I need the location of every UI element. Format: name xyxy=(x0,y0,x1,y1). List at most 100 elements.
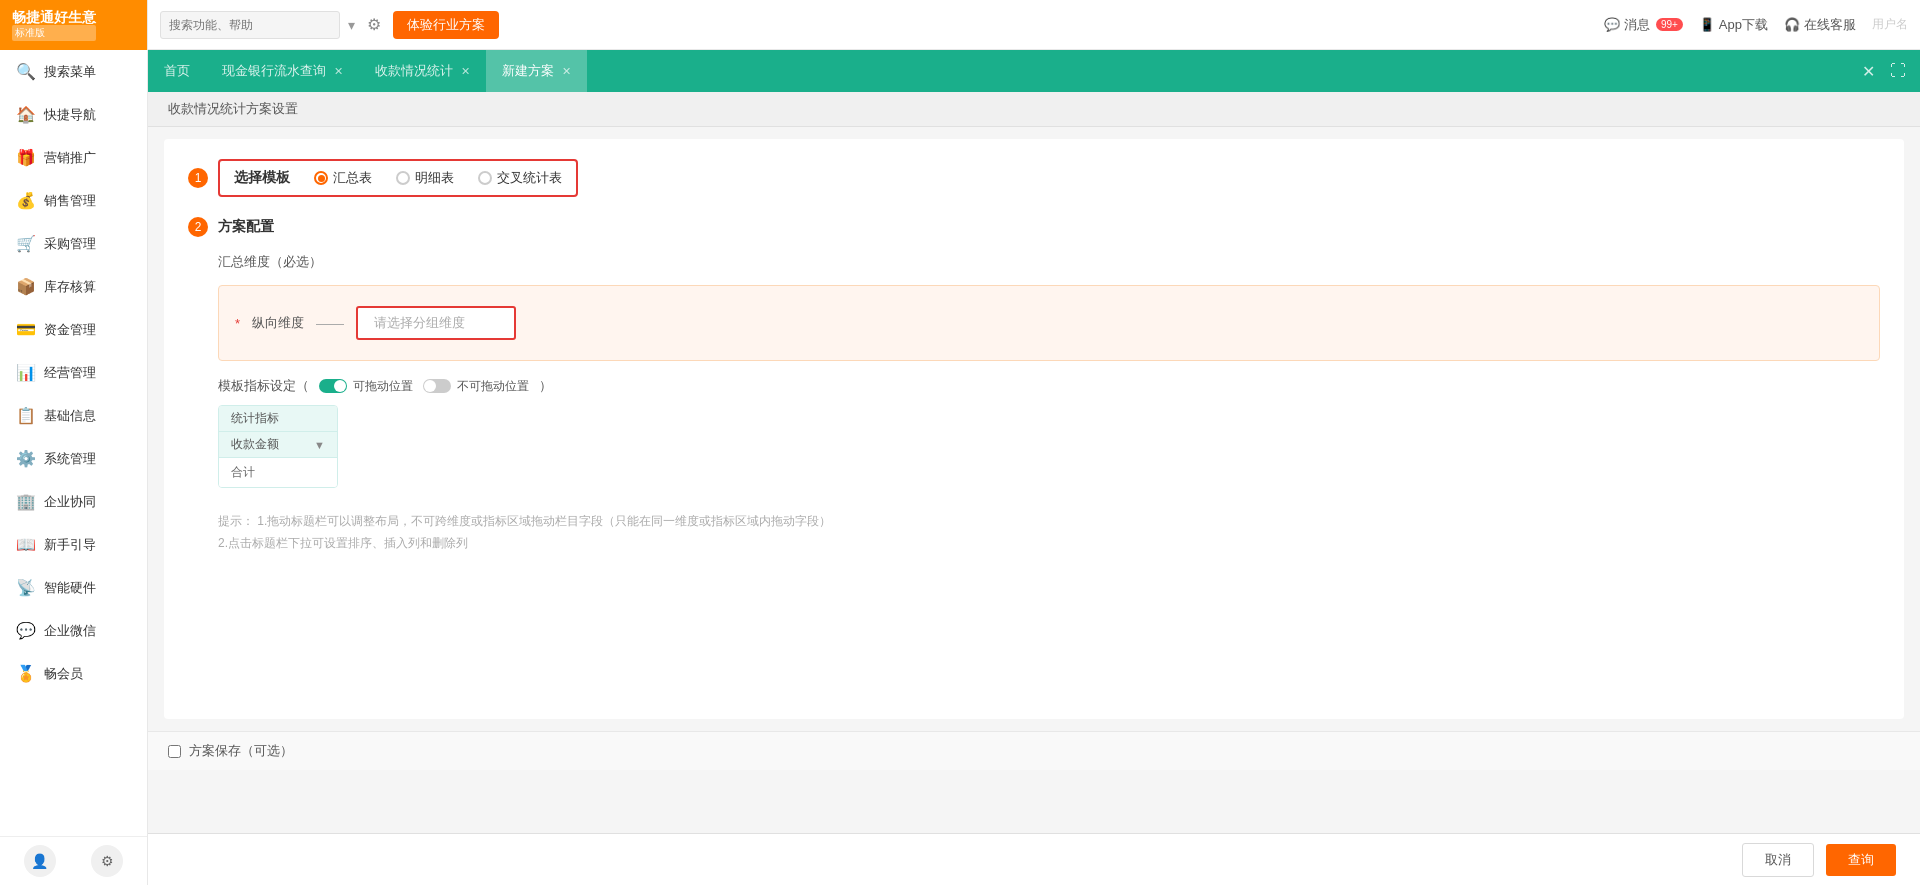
indicator-settings-header: 模板指标设定（ 可拖动位置 不可拖动位置 ） xyxy=(218,377,1880,395)
chat-icon: 💬 xyxy=(16,621,36,640)
tab-new-plan[interactable]: 新建方案 ✕ xyxy=(486,50,587,92)
draggable-label: 可拖动位置 xyxy=(353,378,413,395)
step2-section: 2 方案配置 汇总维度（必选） * 纵向维度 —— 请选择分组维度 xyxy=(188,217,1880,554)
sidebar-item-label: 快捷导航 xyxy=(44,106,96,124)
sidebar-item-operations[interactable]: 📊 经营管理 xyxy=(0,351,147,394)
sidebar-item-label: 采购管理 xyxy=(44,235,96,253)
sidebar-item-label: 搜索菜单 xyxy=(44,63,96,81)
tab-bar: 首页 现金银行流水查询 ✕ 收款情况统计 ✕ 新建方案 ✕ ✕ ⛶ xyxy=(148,50,1920,92)
message-item[interactable]: 💬 消息 99+ xyxy=(1604,16,1683,34)
non-draggable-toggle-container: 不可拖动位置 xyxy=(423,378,529,395)
stats-indicator-label: 统计指标 xyxy=(231,410,279,427)
sidebar-item-purchase[interactable]: 🛒 采购管理 xyxy=(0,222,147,265)
sidebar-item-member[interactable]: 🏅 畅会员 xyxy=(0,652,147,695)
sidebar-item-hardware[interactable]: 📡 智能硬件 xyxy=(0,566,147,609)
sidebar-item-quick-nav[interactable]: 🏠 快捷导航 xyxy=(0,93,147,136)
sidebar-settings-btn[interactable]: ⚙ xyxy=(91,845,123,877)
indicator-settings: 模板指标设定（ 可拖动位置 不可拖动位置 ） xyxy=(218,377,1880,491)
online-service-item[interactable]: 🎧 在线客服 xyxy=(1784,16,1856,34)
home-icon: 🏠 xyxy=(16,105,36,124)
sidebar-user-btn[interactable]: 👤 xyxy=(24,845,56,877)
query-button[interactable]: 查询 xyxy=(1826,844,1896,876)
arrow-icon: —— xyxy=(316,315,344,331)
tab-close-all-icon[interactable]: ✕ xyxy=(1856,59,1880,83)
chevron-down-icon: ▼ xyxy=(314,439,325,451)
vertical-label: 纵向维度 xyxy=(252,314,304,332)
stats-item-label: 收款金额 xyxy=(231,436,279,453)
sidebar: 畅捷通好生意 标准版 🔍 搜索菜单 🏠 快捷导航 🎁 营销推广 💰 销售管理 🛒… xyxy=(0,0,148,885)
stats-item-header[interactable]: 收款金额 ▼ xyxy=(219,432,337,458)
sidebar-item-search-menu[interactable]: 🔍 搜索菜单 xyxy=(0,50,147,93)
search-input[interactable] xyxy=(160,11,340,39)
sidebar-item-label: 新手引导 xyxy=(44,536,96,554)
trial-button[interactable]: 体验行业方案 xyxy=(393,11,499,39)
box-icon: 📦 xyxy=(16,277,36,296)
sidebar-item-sales[interactable]: 💰 销售管理 xyxy=(0,179,147,222)
hardware-icon: 📡 xyxy=(16,578,36,597)
radio-cross-label: 交叉统计表 xyxy=(497,169,562,187)
sidebar-item-marketing[interactable]: 🎁 营销推广 xyxy=(0,136,147,179)
sales-icon: 💰 xyxy=(16,191,36,210)
sidebar-item-label: 畅会员 xyxy=(44,665,83,683)
radio-summary-label: 汇总表 xyxy=(333,169,372,187)
main-area: ▾ ⚙ 体验行业方案 💬 消息 99+ 📱 App下载 🎧 在线客服 用户名 首… xyxy=(148,0,1920,885)
sidebar-item-system[interactable]: ⚙️ 系统管理 xyxy=(0,437,147,480)
tip-line1: 提示： 1.拖动标题栏可以调整布局，不可跨维度或指标区域拖动栏目字段（只能在同一… xyxy=(218,511,1880,533)
tab-receipt-stats[interactable]: 收款情况统计 ✕ xyxy=(359,50,486,92)
medal-icon: 🏅 xyxy=(16,664,36,683)
draggable-toggle[interactable] xyxy=(319,379,347,393)
tab-receipt-stats-close[interactable]: ✕ xyxy=(461,65,470,78)
non-draggable-label: 不可拖动位置 xyxy=(457,378,529,395)
step1-label: 选择模板 xyxy=(234,169,290,187)
download-icon: 📱 xyxy=(1699,17,1715,32)
radio-cross[interactable]: 交叉统计表 xyxy=(478,169,562,187)
sidebar-bottom: 👤 ⚙ xyxy=(0,836,147,885)
dimension-select-button[interactable]: 请选择分组维度 xyxy=(356,306,516,340)
content-area: 收款情况统计方案设置 1 选择模板 汇总表 明细表 xyxy=(148,92,1920,833)
logo-text: 畅捷通好生意 xyxy=(12,9,96,26)
username-display: 用户名 xyxy=(1872,16,1908,33)
settings-icon[interactable]: ⚙ xyxy=(367,15,381,34)
indicator-close-paren: ） xyxy=(539,377,552,395)
radio-cross-circle xyxy=(478,171,492,185)
tab-cash-flow-close[interactable]: ✕ xyxy=(334,65,343,78)
radio-summary[interactable]: 汇总表 xyxy=(314,169,372,187)
step2-badge: 2 xyxy=(188,217,208,237)
stats-item-sub-label: 合计 xyxy=(231,465,255,479)
tab-home[interactable]: 首页 xyxy=(148,50,206,92)
non-draggable-toggle[interactable] xyxy=(423,379,451,393)
step1-badge: 1 xyxy=(188,168,208,188)
app-download-item[interactable]: 📱 App下载 xyxy=(1699,16,1768,34)
header-right: 💬 消息 99+ 📱 App下载 🎧 在线客服 用户名 xyxy=(1604,16,1908,34)
sidebar-item-collab[interactable]: 🏢 企业协同 xyxy=(0,480,147,523)
radio-detail-label: 明细表 xyxy=(415,169,454,187)
sidebar-item-basic-info[interactable]: 📋 基础信息 xyxy=(0,394,147,437)
indicator-settings-label: 模板指标设定（ xyxy=(218,377,309,395)
sidebar-item-finance[interactable]: 💳 资金管理 xyxy=(0,308,147,351)
tab-new-plan-label: 新建方案 xyxy=(502,62,554,80)
tab-receipt-stats-label: 收款情况统计 xyxy=(375,62,453,80)
sidebar-item-label: 系统管理 xyxy=(44,450,96,468)
tabs-right-actions: ✕ ⛶ xyxy=(1856,59,1920,83)
building-icon: 🏢 xyxy=(16,492,36,511)
stats-item-sub-row: 合计 xyxy=(219,458,337,487)
radio-detail[interactable]: 明细表 xyxy=(396,169,454,187)
cancel-button[interactable]: 取消 xyxy=(1742,843,1814,877)
tab-expand-icon[interactable]: ⛶ xyxy=(1886,59,1910,83)
sidebar-item-guide[interactable]: 📖 新手引导 xyxy=(0,523,147,566)
sidebar-item-wechat[interactable]: 💬 企业微信 xyxy=(0,609,147,652)
sidebar-item-inventory[interactable]: 📦 库存核算 xyxy=(0,265,147,308)
sidebar-item-label: 智能硬件 xyxy=(44,579,96,597)
download-label: App下载 xyxy=(1719,16,1768,34)
card-icon: 💳 xyxy=(16,320,36,339)
message-label: 消息 xyxy=(1624,16,1650,34)
dimension-area: * 纵向维度 —— 请选择分组维度 xyxy=(218,285,1880,361)
tab-cash-flow[interactable]: 现金银行流水查询 ✕ xyxy=(206,50,359,92)
tab-new-plan-close[interactable]: ✕ xyxy=(562,65,571,78)
step2-label: 方案配置 xyxy=(218,218,274,236)
sidebar-item-label: 企业微信 xyxy=(44,622,96,640)
template-radio-group: 选择模板 汇总表 明细表 交叉统计表 xyxy=(218,159,578,197)
dropdown-arrow-icon[interactable]: ▾ xyxy=(348,17,355,33)
save-plan-checkbox[interactable] xyxy=(168,745,181,758)
tips-section: 提示： 1.拖动标题栏可以调整布局，不可跨维度或指标区域拖动栏目字段（只能在同一… xyxy=(218,511,1880,554)
